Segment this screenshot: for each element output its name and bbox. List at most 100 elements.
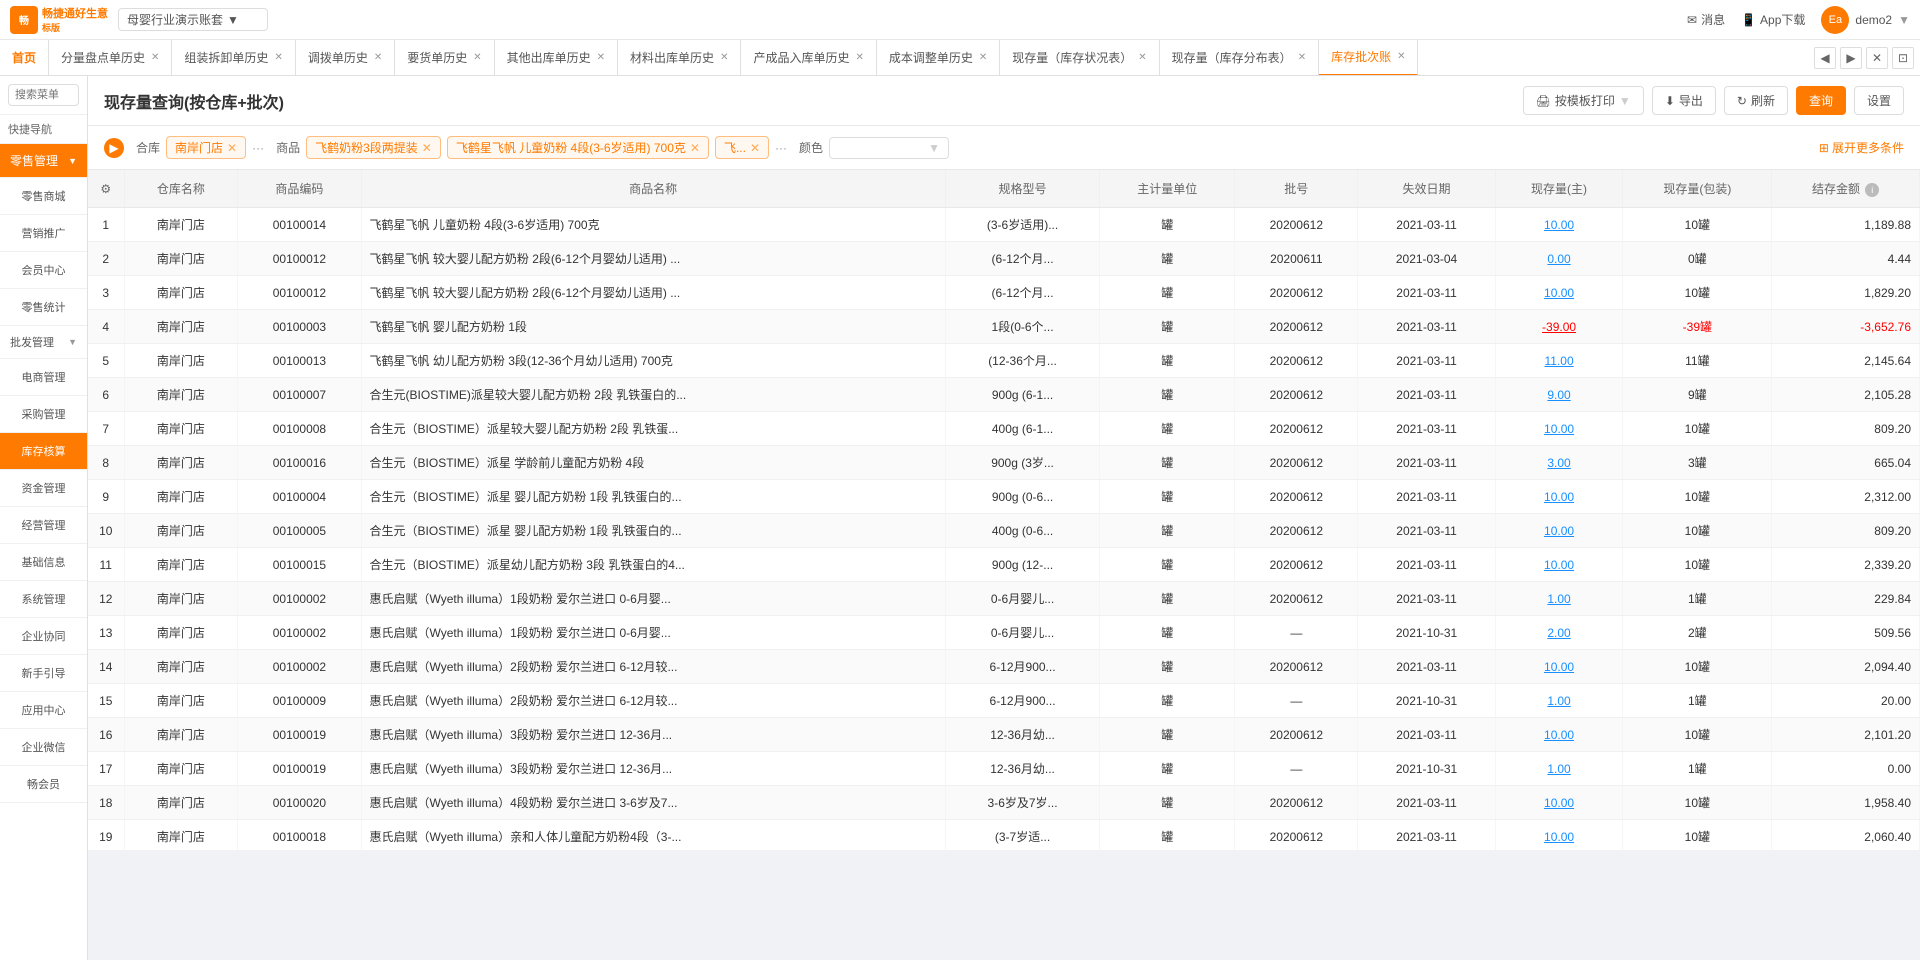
cell-qty-main[interactable]: 10.00 bbox=[1495, 514, 1623, 548]
sidebar-item-system[interactable]: 系统管理 bbox=[0, 581, 87, 618]
sidebar-item-retail-mgmt[interactable]: 零售管理 ▼ bbox=[0, 144, 87, 178]
tab-xian-cun-fen[interactable]: 现存量（库存分布表） ✕ bbox=[1160, 40, 1319, 76]
sidebar-item-marketing[interactable]: 营销推广 bbox=[0, 215, 87, 252]
goods-tag-3-close[interactable]: ✕ bbox=[750, 141, 760, 155]
tab-pi-ci[interactable]: 库存批次账 ✕ bbox=[1319, 40, 1418, 76]
cell-qty-main[interactable]: 10.00 bbox=[1495, 718, 1623, 752]
col-settings[interactable]: ⚙ bbox=[88, 170, 124, 208]
print-template-btn[interactable]: 🖨 按模板打印 ▼ bbox=[1523, 86, 1644, 115]
sidebar-quick-nav[interactable]: 快捷导航 bbox=[0, 115, 87, 144]
cell-qty-main[interactable]: 1.00 bbox=[1495, 582, 1623, 616]
tab-xian-cun-ku[interactable]: 现存量（库存状况表） ✕ bbox=[1000, 40, 1159, 76]
sidebar-item-purchase[interactable]: 采购管理 bbox=[0, 396, 87, 433]
cell-qty-main[interactable]: 10.00 bbox=[1495, 820, 1623, 851]
tab-fen-pan-close[interactable]: ✕ bbox=[151, 52, 159, 63]
refresh-btn[interactable]: ↻ 刷新 bbox=[1724, 86, 1788, 115]
sidebar-item-operations[interactable]: 经营管理 bbox=[0, 507, 87, 544]
tab-chan-close[interactable]: ✕ bbox=[855, 52, 863, 63]
sidebar-item-guide[interactable]: 新手引导 bbox=[0, 655, 87, 692]
goods-tag-1[interactable]: 飞鹤奶粉3段两提装 ✕ bbox=[306, 136, 441, 159]
export-btn[interactable]: ⬇ 导出 bbox=[1652, 86, 1716, 115]
tab-more-btn[interactable]: ⊡ bbox=[1892, 47, 1914, 69]
cell-qty-main[interactable]: 10.00 bbox=[1495, 480, 1623, 514]
sidebar-item-app-center[interactable]: 应用中心 bbox=[0, 692, 87, 729]
tab-prev-btn[interactable]: ◀ bbox=[1814, 47, 1836, 69]
cell-qty-main[interactable]: 10.00 bbox=[1495, 650, 1623, 684]
tab-yao-huo[interactable]: 要货单历史 ✕ bbox=[395, 40, 494, 76]
sidebar-item-member[interactable]: 会员中心 bbox=[0, 252, 87, 289]
tab-xian-fen-close[interactable]: ✕ bbox=[1298, 52, 1306, 63]
tab-nav: ◀ ▶ ✕ ⊡ bbox=[1808, 47, 1920, 69]
cell-qty-main[interactable]: 10.00 bbox=[1495, 276, 1623, 310]
tab-fen-pan[interactable]: 分量盘点单历史 ✕ bbox=[49, 40, 172, 76]
search-menu-input[interactable] bbox=[8, 84, 79, 106]
cell-qty-main[interactable]: 10.00 bbox=[1495, 208, 1623, 242]
cell-unit: 罐 bbox=[1100, 276, 1235, 310]
table-scroll[interactable]: ⚙ 仓库名称 商品编码 商品名称 规格型号 主计量单位 批号 失效日期 现存量(… bbox=[88, 170, 1920, 850]
cell-qty-main[interactable]: 2.00 bbox=[1495, 616, 1623, 650]
goods-tag-3[interactable]: 飞... ✕ bbox=[715, 136, 769, 159]
tab-zu-zhuai[interactable]: 组装拆卸单历史 ✕ bbox=[172, 40, 295, 76]
color-input[interactable]: ▼ bbox=[829, 137, 949, 159]
sidebar-item-basics[interactable]: 基础信息 bbox=[0, 544, 87, 581]
tab-chan-pin[interactable]: 产成品入库单历史 ✕ bbox=[741, 40, 876, 76]
industry-selector[interactable]: 母婴行业演示账套 ▼ bbox=[118, 8, 268, 31]
tab-home[interactable]: 首页 bbox=[0, 40, 49, 76]
cell-unit: 罐 bbox=[1100, 310, 1235, 344]
cell-qty-main[interactable]: 0.00 bbox=[1495, 242, 1623, 276]
tab-cai-liao[interactable]: 材料出库单历史 ✕ bbox=[618, 40, 741, 76]
tab-other-chu[interactable]: 其他出库单历史 ✕ bbox=[495, 40, 618, 76]
cell-qty-main[interactable]: 10.00 bbox=[1495, 548, 1623, 582]
tab-tiao-close[interactable]: ✕ bbox=[374, 52, 382, 63]
tab-pi-ci-label: 库存批次账 bbox=[1331, 48, 1391, 65]
sidebar-item-cooperation[interactable]: 企业协同 bbox=[0, 618, 87, 655]
sidebar-item-wholesale[interactable]: 批发管理 ▼ bbox=[0, 326, 87, 359]
user-area[interactable]: Ea demo2 ▼ bbox=[1821, 6, 1910, 34]
tab-pi-ci-close[interactable]: ✕ bbox=[1397, 51, 1405, 62]
goods-tag-2[interactable]: 飞鹤星飞帆 儿童奶粉 4段(3-6岁适用) 700克 ✕ bbox=[447, 136, 709, 159]
warehouse-more[interactable]: ··· bbox=[252, 141, 264, 155]
cell-expire: 2021-03-11 bbox=[1358, 446, 1495, 480]
sidebar-item-retail-stats[interactable]: 零售统计 bbox=[0, 289, 87, 326]
tab-tiao-bo[interactable]: 调拨单历史 ✕ bbox=[296, 40, 395, 76]
cell-qty-main[interactable]: -39.00 bbox=[1495, 310, 1623, 344]
app-download-btn[interactable]: 📱 App下载 bbox=[1741, 11, 1805, 28]
settings-btn[interactable]: 设置 bbox=[1854, 86, 1904, 115]
tab-other-close[interactable]: ✕ bbox=[597, 52, 605, 63]
warehouse-tag-close[interactable]: ✕ bbox=[227, 141, 237, 155]
cell-qty-main[interactable]: 3.00 bbox=[1495, 446, 1623, 480]
cell-qty-pkg: 10罐 bbox=[1623, 208, 1772, 242]
goods-tag-1-close[interactable]: ✕ bbox=[422, 141, 432, 155]
tab-yao-close[interactable]: ✕ bbox=[473, 52, 481, 63]
tab-close-all-btn[interactable]: ✕ bbox=[1866, 47, 1888, 69]
message-btn[interactable]: ✉ 消息 bbox=[1687, 11, 1725, 28]
goods-more[interactable]: ··· bbox=[775, 141, 787, 155]
sidebar-item-member-card[interactable]: 畅会员 bbox=[0, 766, 87, 803]
expand-filter-btn[interactable]: ⊞ 展开更多条件 bbox=[1819, 139, 1904, 156]
warehouse-tag-nanang[interactable]: 南岸门店 ✕ bbox=[166, 136, 246, 159]
tab-cheng-ben[interactable]: 成本调整单历史 ✕ bbox=[877, 40, 1000, 76]
sidebar-item-inventory[interactable]: 库存核算 bbox=[0, 433, 87, 470]
cell-qty-main[interactable]: 10.00 bbox=[1495, 786, 1623, 820]
filter-toggle-btn[interactable]: ▶ bbox=[104, 138, 124, 158]
sidebar-member-card-label: 畅会员 bbox=[27, 776, 60, 792]
sidebar-retail-mgmt-arrow: ▼ bbox=[68, 156, 77, 166]
tab-zu-close[interactable]: ✕ bbox=[274, 52, 282, 63]
tab-cai-close[interactable]: ✕ bbox=[720, 52, 728, 63]
tab-xian-ku-close[interactable]: ✕ bbox=[1138, 52, 1146, 63]
cell-no: 4 bbox=[88, 310, 124, 344]
cell-qty-main[interactable]: 10.00 bbox=[1495, 412, 1623, 446]
tab-next-btn[interactable]: ▶ bbox=[1840, 47, 1862, 69]
cell-qty-main[interactable]: 1.00 bbox=[1495, 684, 1623, 718]
cell-qty-main[interactable]: 9.00 bbox=[1495, 378, 1623, 412]
tab-cheng-close[interactable]: ✕ bbox=[979, 52, 987, 63]
cell-qty-main[interactable]: 11.00 bbox=[1495, 344, 1623, 378]
sidebar-item-retail-shop[interactable]: 零售商城 bbox=[0, 178, 87, 215]
sidebar-item-ecommerce[interactable]: 电商管理 bbox=[0, 359, 87, 396]
goods-tag-2-close[interactable]: ✕ bbox=[690, 141, 700, 155]
query-btn[interactable]: 查询 bbox=[1796, 86, 1846, 115]
balance-info-icon[interactable]: i bbox=[1865, 183, 1879, 197]
sidebar-item-finance[interactable]: 资金管理 bbox=[0, 470, 87, 507]
sidebar-item-corp-wechat[interactable]: 企业微信 bbox=[0, 729, 87, 766]
cell-qty-main[interactable]: 1.00 bbox=[1495, 752, 1623, 786]
